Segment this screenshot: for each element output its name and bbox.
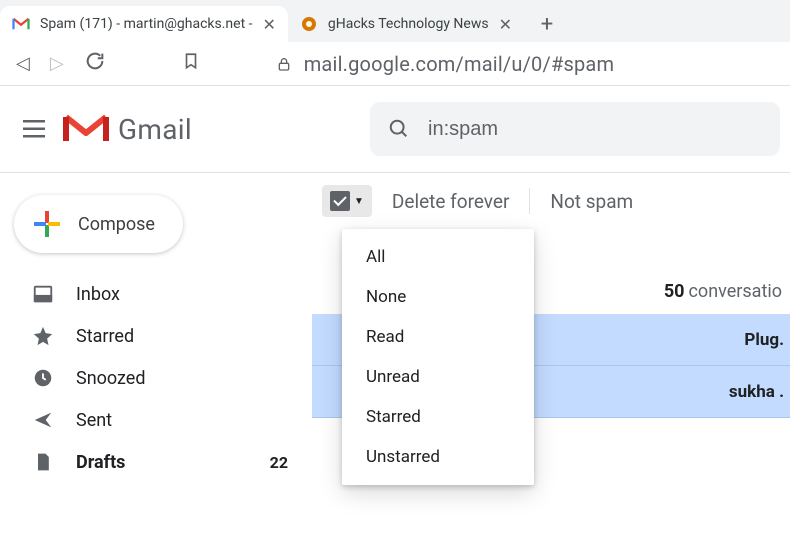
checkbox-icon bbox=[330, 191, 350, 211]
star-icon bbox=[32, 325, 54, 347]
back-button[interactable]: ◁ bbox=[16, 53, 30, 74]
tab-strip: Spam (171) - martin@ghacks.net - ✕ gHack… bbox=[0, 0, 790, 42]
inbox-icon bbox=[32, 283, 54, 305]
row-snippet: Plug. bbox=[744, 330, 784, 350]
gmail-header: Gmail bbox=[0, 86, 790, 173]
sidebar-item-inbox[interactable]: Inbox bbox=[0, 273, 312, 315]
browser-tab[interactable]: gHacks Technology News ✕ bbox=[288, 6, 524, 42]
forward-button[interactable]: ▷ bbox=[50, 53, 64, 74]
url-text: mail.google.com/mail/u/0/#spam bbox=[304, 52, 615, 76]
plus-icon bbox=[32, 209, 62, 239]
select-dropdown-menu: All None Read Unread Starred Unstarred bbox=[342, 229, 534, 485]
bookmark-icon[interactable] bbox=[182, 50, 200, 77]
search-icon bbox=[388, 118, 410, 140]
sidebar-nav: Inbox Starred Snoozed Sent Drafts 22 bbox=[0, 273, 312, 483]
browser-toolbar: ◁ ▷ mail.google.com/mail/u/0/#spam bbox=[0, 42, 790, 86]
tab-title: Spam (171) - martin@ghacks.net - bbox=[40, 16, 253, 32]
menu-item-all[interactable]: All bbox=[342, 237, 534, 277]
search-input[interactable] bbox=[426, 117, 762, 142]
menu-item-none[interactable]: None bbox=[342, 277, 534, 317]
close-icon[interactable]: ✕ bbox=[263, 15, 276, 34]
send-icon bbox=[32, 409, 54, 431]
sidebar-item-drafts[interactable]: Drafts 22 bbox=[0, 441, 312, 483]
sidebar-item-label: Inbox bbox=[76, 284, 120, 305]
menu-item-unread[interactable]: Unread bbox=[342, 357, 534, 397]
gmail-m-icon bbox=[62, 111, 110, 147]
reload-button[interactable] bbox=[84, 50, 106, 77]
compose-button[interactable]: Compose bbox=[14, 195, 183, 253]
address-bar[interactable]: mail.google.com/mail/u/0/#spam bbox=[276, 52, 615, 76]
not-spam-button[interactable]: Not spam bbox=[530, 190, 633, 213]
sidebar-item-label: Starred bbox=[76, 326, 134, 347]
action-bar: ▼ Delete forever Not spam bbox=[312, 185, 790, 227]
sidebar-item-count: 22 bbox=[270, 453, 288, 472]
gmail-word: Gmail bbox=[118, 113, 192, 146]
chevron-down-icon: ▼ bbox=[354, 196, 364, 207]
close-icon[interactable]: ✕ bbox=[499, 15, 512, 34]
sidebar: Compose Inbox Starred Snoozed Sent Draft… bbox=[0, 173, 312, 543]
search-bar[interactable] bbox=[370, 102, 780, 156]
sidebar-item-label: Drafts bbox=[76, 452, 125, 473]
file-icon bbox=[32, 451, 54, 473]
sidebar-item-label: Sent bbox=[76, 410, 112, 431]
browser-chrome: Spam (171) - martin@ghacks.net - ✕ gHack… bbox=[0, 0, 790, 86]
menu-item-read[interactable]: Read bbox=[342, 317, 534, 357]
sidebar-item-snoozed[interactable]: Snoozed bbox=[0, 357, 312, 399]
main-menu-button[interactable] bbox=[14, 109, 54, 149]
clock-icon bbox=[32, 367, 54, 389]
sidebar-item-label: Snoozed bbox=[76, 368, 146, 389]
main-area: Compose Inbox Starred Snoozed Sent Draft… bbox=[0, 173, 790, 543]
sidebar-item-starred[interactable]: Starred bbox=[0, 315, 312, 357]
gmail-favicon-icon bbox=[12, 15, 30, 33]
lock-icon bbox=[276, 55, 292, 73]
new-tab-button[interactable]: + bbox=[532, 9, 562, 39]
compose-label: Compose bbox=[78, 214, 155, 235]
delete-forever-button[interactable]: Delete forever bbox=[372, 190, 530, 213]
sidebar-item-sent[interactable]: Sent bbox=[0, 399, 312, 441]
conversation-count-suffix: conversatio bbox=[689, 281, 783, 302]
conversation-count: 50 bbox=[664, 281, 685, 302]
content-pane: ▼ Delete forever Not spam 50conversatio … bbox=[312, 173, 790, 543]
gmail-logo[interactable]: Gmail bbox=[62, 111, 192, 147]
tab-title: gHacks Technology News bbox=[328, 16, 489, 32]
row-snippet: sukha . bbox=[729, 382, 784, 402]
menu-item-starred[interactable]: Starred bbox=[342, 397, 534, 437]
hamburger-icon bbox=[23, 120, 45, 138]
browser-tab[interactable]: Spam (171) - martin@ghacks.net - ✕ bbox=[0, 6, 288, 42]
select-all-dropdown[interactable]: ▼ bbox=[322, 185, 372, 217]
ghacks-favicon-icon bbox=[300, 15, 318, 33]
menu-item-unstarred[interactable]: Unstarred bbox=[342, 437, 534, 477]
